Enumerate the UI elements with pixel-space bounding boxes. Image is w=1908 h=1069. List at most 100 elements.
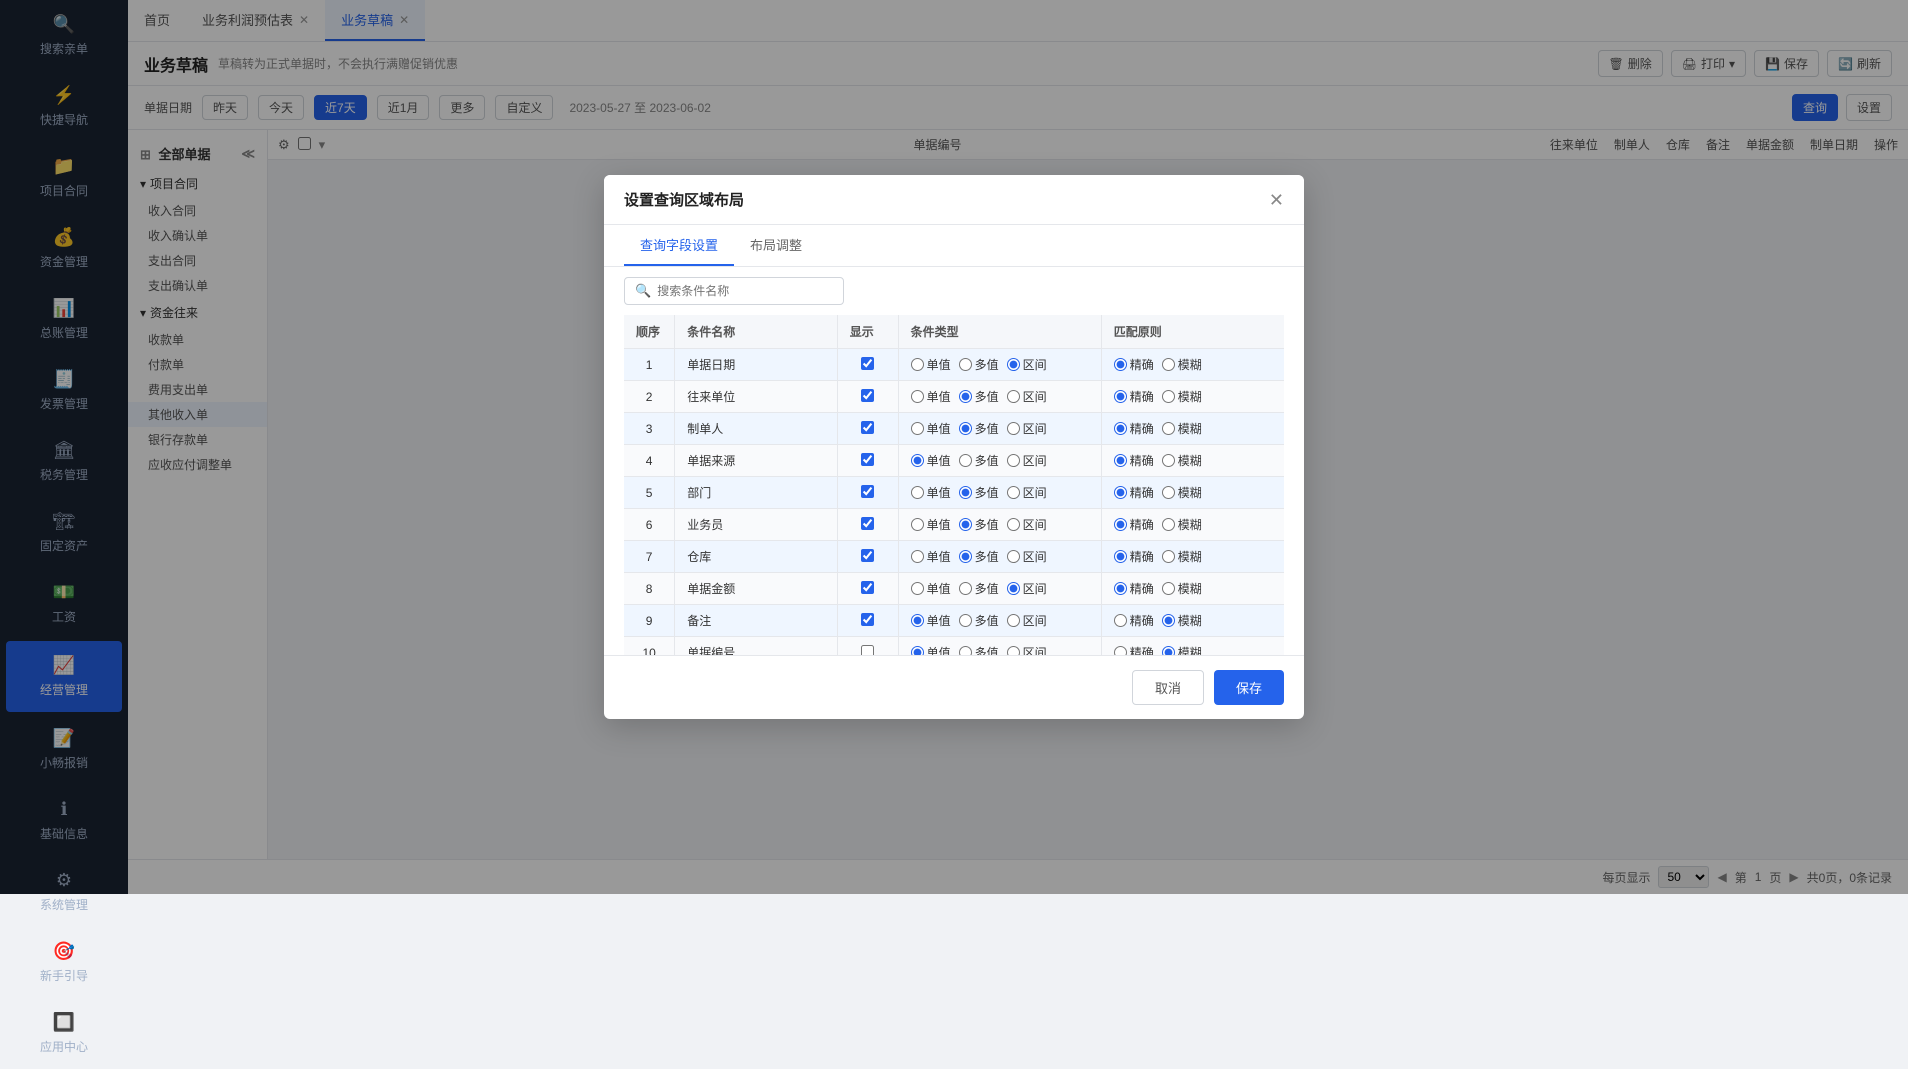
display-checkbox[interactable]	[861, 549, 874, 562]
cell-name: 备注	[675, 605, 837, 637]
cell-match[interactable]: 精确模糊	[1101, 541, 1284, 573]
modal-body: 顺序 条件名称 显示 条件类型 匹配原则 1单据日期单值多值区间精确模糊2往来单…	[604, 315, 1304, 655]
table-row: 7仓库 单值多值区间精确模糊	[624, 541, 1284, 573]
cell-name: 业务员	[675, 509, 837, 541]
modal-close-button[interactable]: ✕	[1269, 191, 1284, 209]
display-checkbox[interactable]	[861, 517, 874, 530]
search-box: 🔍	[624, 277, 844, 305]
th-match: 匹配原则	[1101, 315, 1284, 349]
conditions-table: 顺序 条件名称 显示 条件类型 匹配原则 1单据日期单值多值区间精确模糊2往来单…	[624, 315, 1284, 655]
th-name: 条件名称	[675, 315, 837, 349]
th-type: 条件类型	[898, 315, 1101, 349]
cell-display[interactable]	[837, 605, 898, 637]
table-row: 4单据来源 单值多值区间精确模糊	[624, 445, 1284, 477]
search-icon: 🔍	[635, 283, 651, 299]
sidebar-item-label: 系统管理	[40, 896, 88, 913]
table-row: 2往来单位 单值多值区间精确模糊	[624, 381, 1284, 413]
table-row: 1单据日期 单值多值区间精确模糊	[624, 349, 1284, 381]
cell-name: 单据日期	[675, 349, 837, 381]
cell-type[interactable]: 单值多值区间	[898, 413, 1101, 445]
cell-display[interactable]	[837, 381, 898, 413]
cell-display[interactable]	[837, 573, 898, 605]
target-icon: 🎯	[53, 941, 75, 962]
cell-display[interactable]	[837, 637, 898, 656]
cell-type[interactable]: 单值多值区间	[898, 541, 1101, 573]
cell-name: 单据来源	[675, 445, 837, 477]
modal-footer: 取消 保存	[604, 655, 1304, 719]
cell-order: 10	[624, 637, 675, 656]
cell-order: 5	[624, 477, 675, 509]
sidebar-item-label: 新手引导	[40, 967, 88, 984]
cell-type[interactable]: 单值多值区间	[898, 445, 1101, 477]
cell-order: 8	[624, 573, 675, 605]
display-checkbox[interactable]	[861, 613, 874, 626]
display-checkbox[interactable]	[861, 421, 874, 434]
sidebar-item-label: 应用中心	[40, 1038, 88, 1055]
cell-order: 4	[624, 445, 675, 477]
cell-match[interactable]: 精确模糊	[1101, 573, 1284, 605]
display-checkbox[interactable]	[861, 389, 874, 402]
cell-display[interactable]	[837, 509, 898, 541]
cell-match[interactable]: 精确模糊	[1101, 349, 1284, 381]
table-row: 6业务员 单值多值区间精确模糊	[624, 509, 1284, 541]
cell-match[interactable]: 精确模糊	[1101, 605, 1284, 637]
cell-type[interactable]: 单值多值区间	[898, 605, 1101, 637]
cell-name: 往来单位	[675, 381, 837, 413]
table-row: 3制单人 单值多值区间精确模糊	[624, 413, 1284, 445]
cell-name: 单据金额	[675, 573, 837, 605]
cell-type[interactable]: 单值多值区间	[898, 573, 1101, 605]
cell-display[interactable]	[837, 477, 898, 509]
save-button[interactable]: 保存	[1214, 670, 1284, 705]
cell-match[interactable]: 精确模糊	[1101, 445, 1284, 477]
display-checkbox[interactable]	[861, 645, 874, 656]
tab-query-fields[interactable]: 查询字段设置	[624, 225, 734, 266]
grid-icon: 🔲	[53, 1012, 75, 1033]
cell-order: 9	[624, 605, 675, 637]
cell-name: 单据编号	[675, 637, 837, 656]
table-row: 9备注 单值多值区间精确模糊	[624, 605, 1284, 637]
modal-title: 设置查询区域布局	[624, 189, 744, 210]
sidebar-item-apps[interactable]: 🔲 应用中心	[0, 998, 128, 1069]
display-checkbox[interactable]	[861, 453, 874, 466]
modal-search-area: 🔍	[604, 267, 1304, 315]
cell-order: 6	[624, 509, 675, 541]
modal-header: 设置查询区域布局 ✕	[604, 175, 1304, 225]
cell-match[interactable]: 精确模糊	[1101, 413, 1284, 445]
cell-name: 仓库	[675, 541, 837, 573]
cell-display[interactable]	[837, 349, 898, 381]
table-header-row: 顺序 条件名称 显示 条件类型 匹配原则	[624, 315, 1284, 349]
modal-dialog: 设置查询区域布局 ✕ 查询字段设置 布局调整 🔍	[604, 175, 1304, 719]
modal-overlay: 设置查询区域布局 ✕ 查询字段设置 布局调整 🔍	[0, 0, 1908, 894]
cell-display[interactable]	[837, 445, 898, 477]
cell-name: 部门	[675, 477, 837, 509]
display-checkbox[interactable]	[861, 485, 874, 498]
cell-match[interactable]: 精确模糊	[1101, 477, 1284, 509]
cell-display[interactable]	[837, 413, 898, 445]
cancel-button[interactable]: 取消	[1132, 670, 1204, 705]
cell-match[interactable]: 精确模糊	[1101, 637, 1284, 656]
display-checkbox[interactable]	[861, 581, 874, 594]
cell-order: 2	[624, 381, 675, 413]
cell-type[interactable]: 单值多值区间	[898, 381, 1101, 413]
th-order: 顺序	[624, 315, 675, 349]
cell-order: 3	[624, 413, 675, 445]
table-row: 10单据编号 单值多值区间精确模糊	[624, 637, 1284, 656]
modal-tabs: 查询字段设置 布局调整	[604, 225, 1304, 267]
cell-type[interactable]: 单值多值区间	[898, 349, 1101, 381]
display-checkbox[interactable]	[861, 357, 874, 370]
cell-type[interactable]: 单值多值区间	[898, 637, 1101, 656]
cell-order: 7	[624, 541, 675, 573]
tab-layout-adjust[interactable]: 布局调整	[734, 225, 818, 266]
cell-match[interactable]: 精确模糊	[1101, 509, 1284, 541]
cell-type[interactable]: 单值多值区间	[898, 509, 1101, 541]
search-input[interactable]	[657, 284, 833, 298]
cell-order: 1	[624, 349, 675, 381]
sidebar-item-guide[interactable]: 🎯 新手引导	[0, 927, 128, 998]
cell-match[interactable]: 精确模糊	[1101, 381, 1284, 413]
cell-name: 制单人	[675, 413, 837, 445]
table-row: 5部门 单值多值区间精确模糊	[624, 477, 1284, 509]
table-row: 8单据金额 单值多值区间精确模糊	[624, 573, 1284, 605]
cell-display[interactable]	[837, 541, 898, 573]
cell-type[interactable]: 单值多值区间	[898, 477, 1101, 509]
th-display: 显示	[837, 315, 898, 349]
